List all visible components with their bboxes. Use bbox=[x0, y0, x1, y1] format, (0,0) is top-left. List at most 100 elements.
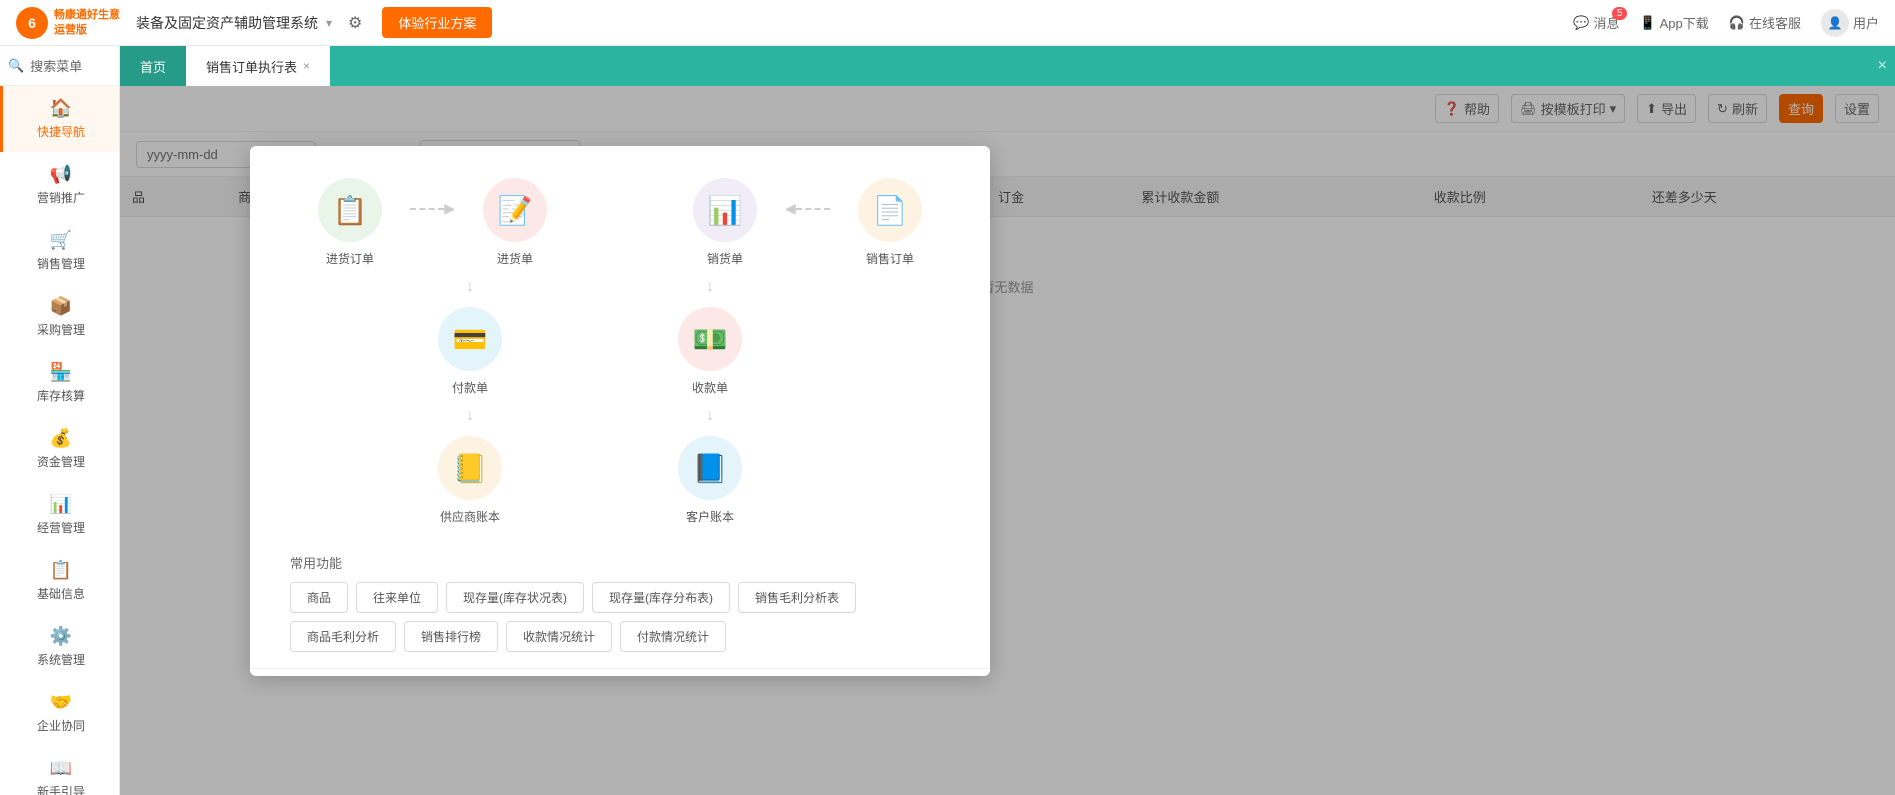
workflow-supplier-ledger[interactable]: 📒 供应商账本 bbox=[410, 436, 530, 525]
func-btn-product-profit[interactable]: 商品毛利分析 bbox=[290, 621, 396, 652]
workflow-sales-bill[interactable]: 📊 销货单 bbox=[665, 178, 785, 267]
sidebar-item-quick-guide[interactable]: 🏠 快捷导航 bbox=[0, 86, 119, 152]
workflow-row-1: 📋 进货订单 ▶ bbox=[290, 178, 950, 267]
func-btn-stock-status[interactable]: 现存量(库存状况表) bbox=[446, 582, 584, 613]
workflow-row-2: 💳 付款单 💵 收款单 bbox=[290, 307, 950, 396]
payment-bill-label: 付款单 bbox=[452, 379, 488, 396]
sidebar-item-system[interactable]: ⚙️ 系统管理 bbox=[0, 614, 119, 680]
payment-bill-down-arrow-container: ↓ bbox=[410, 404, 530, 428]
purchase-order-icon: 📋 bbox=[333, 194, 368, 227]
logo-text: 畅康通好生意 运营版 bbox=[54, 8, 120, 37]
sidebar-item-purchase[interactable]: 📦 采购管理 bbox=[0, 284, 119, 350]
purchase-bill-down-arrow: ↓ bbox=[466, 275, 474, 299]
func-btn-sales-rank[interactable]: 销售排行榜 bbox=[404, 621, 498, 652]
system-title-area: 装备及固定资产辅助管理系统 ▾ ⚙ 体验行业方案 bbox=[136, 7, 1573, 38]
sidebar-item-basic-info[interactable]: 📋 基础信息 bbox=[0, 548, 119, 614]
customer-ledger-icon: 📘 bbox=[693, 452, 728, 485]
sales-bill-circle: 📊 bbox=[693, 178, 757, 242]
tab-home[interactable]: 首页 bbox=[120, 46, 186, 86]
operations-icon: 📊 bbox=[50, 494, 72, 515]
inventory-icon: 🏪 bbox=[50, 362, 72, 383]
receipt-bill-down-arrow-container: ↓ bbox=[650, 404, 770, 428]
workflow-area: 📋 进货订单 ▶ bbox=[250, 146, 990, 553]
user-menu[interactable]: 👤 用户 bbox=[1821, 9, 1879, 37]
sidebar-item-newbie[interactable]: 📖 新手引导 bbox=[0, 746, 119, 795]
tab-sales-order-exec[interactable]: 销售订单执行表 × bbox=[186, 46, 330, 86]
top-header: 6 畅康通好生意 运营版 装备及固定资产辅助管理系统 ▾ ⚙ 体验行业方案 💬 … bbox=[0, 0, 1895, 46]
modal-scrollbar: ◀ ▶ bbox=[250, 668, 990, 676]
func-btn-sales-profit[interactable]: 销售毛利分析表 bbox=[738, 582, 856, 613]
sales-bill-down-arrow-container: ↓ bbox=[650, 275, 770, 299]
workflow-customer-ledger[interactable]: 📘 客户账本 bbox=[650, 436, 770, 525]
trial-button[interactable]: 体验行业方案 bbox=[382, 7, 492, 38]
settings-icon[interactable]: ⚙ bbox=[348, 13, 362, 33]
sidebar-item-operations[interactable]: 📊 经营管理 bbox=[0, 482, 119, 548]
customer-service-button[interactable]: 🎧 在线客服 bbox=[1729, 13, 1801, 32]
func-btn-partner[interactable]: 往来单位 bbox=[356, 582, 438, 613]
search-icon: 🔍 bbox=[8, 58, 24, 74]
tab-bar-close-button[interactable]: × bbox=[1878, 57, 1887, 75]
purchase-icon: 📦 bbox=[50, 296, 72, 317]
enterprise-icon: 🤝 bbox=[50, 692, 72, 713]
purchase-bill-icon: 📝 bbox=[498, 194, 533, 227]
logo-icon: 6 bbox=[16, 7, 48, 39]
func-btn-product[interactable]: 商品 bbox=[290, 582, 348, 613]
payment-bill-icon: 💳 bbox=[453, 323, 488, 356]
header-right: 💬 消息 5 📱 App下载 🎧 在线客服 👤 用户 bbox=[1573, 9, 1879, 37]
workflow-receipt-bill[interactable]: 💵 收款单 bbox=[650, 307, 770, 396]
func-btn-stock-dist[interactable]: 现存量(库存分布表) bbox=[592, 582, 730, 613]
page-content: ❓ 帮助 🖨 按模板打印 ▾ ⬆ 导出 ↻ 刷新 查询 bbox=[120, 86, 1895, 795]
func-btn-payment-stat[interactable]: 付款情况统计 bbox=[620, 621, 726, 652]
receipt-down-arrow: ↓ bbox=[706, 404, 714, 428]
workflow-row-arrows-2: ↓ ↓ bbox=[290, 404, 950, 428]
receipt-bill-circle: 💵 bbox=[678, 307, 742, 371]
workflow-purchase-bill[interactable]: 📝 进货单 bbox=[455, 178, 575, 267]
workflow-payment-bill[interactable]: 💳 付款单 bbox=[410, 307, 530, 396]
payment-bill-circle: 💳 bbox=[438, 307, 502, 371]
main-layout: 🔍 搜索菜单 🏠 快捷导航 📢 营销推广 🛒 销售管理 📦 采购管理 🏪 库存核… bbox=[0, 46, 1895, 795]
app-download-button[interactable]: 📱 App下载 bbox=[1639, 13, 1708, 32]
func-btn-receipt-stat[interactable]: 收款情况统计 bbox=[506, 621, 612, 652]
workflow-row-3: 📒 供应商账本 📘 客户账本 bbox=[290, 436, 950, 525]
tab-close-icon[interactable]: × bbox=[303, 59, 310, 73]
sales-order-icon: 📄 bbox=[873, 194, 908, 227]
logo-area: 6 畅康通好生意 运营版 bbox=[16, 7, 136, 39]
system-title: 装备及固定资产辅助管理系统 bbox=[136, 13, 318, 33]
search-menu-button[interactable]: 🔍 搜索菜单 bbox=[0, 46, 119, 86]
sidebar-item-sales[interactable]: 🛒 销售管理 bbox=[0, 218, 119, 284]
sales-icon: 🛒 bbox=[50, 230, 72, 251]
sales-bill-down-arrow: ↓ bbox=[706, 275, 714, 299]
receipt-bill-icon: 💵 bbox=[693, 323, 728, 356]
workflow-purchase-order[interactable]: 📋 进货订单 bbox=[290, 178, 410, 267]
basic-info-icon: 📋 bbox=[50, 560, 72, 581]
sidebar-item-inventory[interactable]: 🏪 库存核算 bbox=[0, 350, 119, 416]
marketing-icon: 📢 bbox=[50, 164, 72, 185]
purchase-bill-label: 进货单 bbox=[497, 250, 533, 267]
sidebar: 🔍 搜索菜单 🏠 快捷导航 📢 营销推广 🛒 销售管理 📦 采购管理 🏪 库存核… bbox=[0, 46, 120, 795]
common-functions-buttons: 商品 往来单位 现存量(库存状况表) 现存量(库存分布表) 销售毛利分析表 商品… bbox=[290, 582, 950, 652]
system-dropdown-icon[interactable]: ▾ bbox=[326, 16, 332, 30]
modal-overlay[interactable]: 📋 进货订单 ▶ bbox=[120, 86, 1895, 795]
message-badge: 5 bbox=[1612, 7, 1628, 20]
workflow-sales-order[interactable]: 📄 销售订单 bbox=[830, 178, 950, 267]
sidebar-item-marketing[interactable]: 📢 营销推广 bbox=[0, 152, 119, 218]
message-button[interactable]: 💬 消息 5 bbox=[1573, 13, 1619, 32]
app-icon: 📱 bbox=[1639, 15, 1655, 31]
purchase-order-label: 进货订单 bbox=[326, 250, 374, 267]
message-icon: 💬 bbox=[1573, 15, 1589, 31]
avatar: 👤 bbox=[1821, 9, 1849, 37]
common-functions: 常用功能 商品 往来单位 现存量(库存状况表) 现存量(库存分布表) 销售毛利分… bbox=[250, 553, 990, 668]
sidebar-item-enterprise[interactable]: 🤝 企业协同 bbox=[0, 680, 119, 746]
sidebar-item-finance[interactable]: 💰 资金管理 bbox=[0, 416, 119, 482]
customer-ledger-circle: 📘 bbox=[678, 436, 742, 500]
sales-order-circle: 📄 bbox=[858, 178, 922, 242]
purchase-bill-down-arrow-container: ↓ bbox=[410, 275, 530, 299]
tab-bar: 首页 销售订单执行表 × × bbox=[120, 46, 1895, 86]
purchase-bill-circle: 📝 bbox=[483, 178, 547, 242]
newbie-icon: 📖 bbox=[50, 758, 72, 779]
sales-bill-label: 销货单 bbox=[707, 250, 743, 267]
sales-order-label: 销售订单 bbox=[866, 250, 914, 267]
sales-bill-icon: 📊 bbox=[708, 194, 743, 227]
system-icon: ⚙️ bbox=[50, 626, 72, 647]
content-area: 首页 销售订单执行表 × × ❓ 帮助 🖨 按模板打印 ▾ bbox=[120, 46, 1895, 795]
